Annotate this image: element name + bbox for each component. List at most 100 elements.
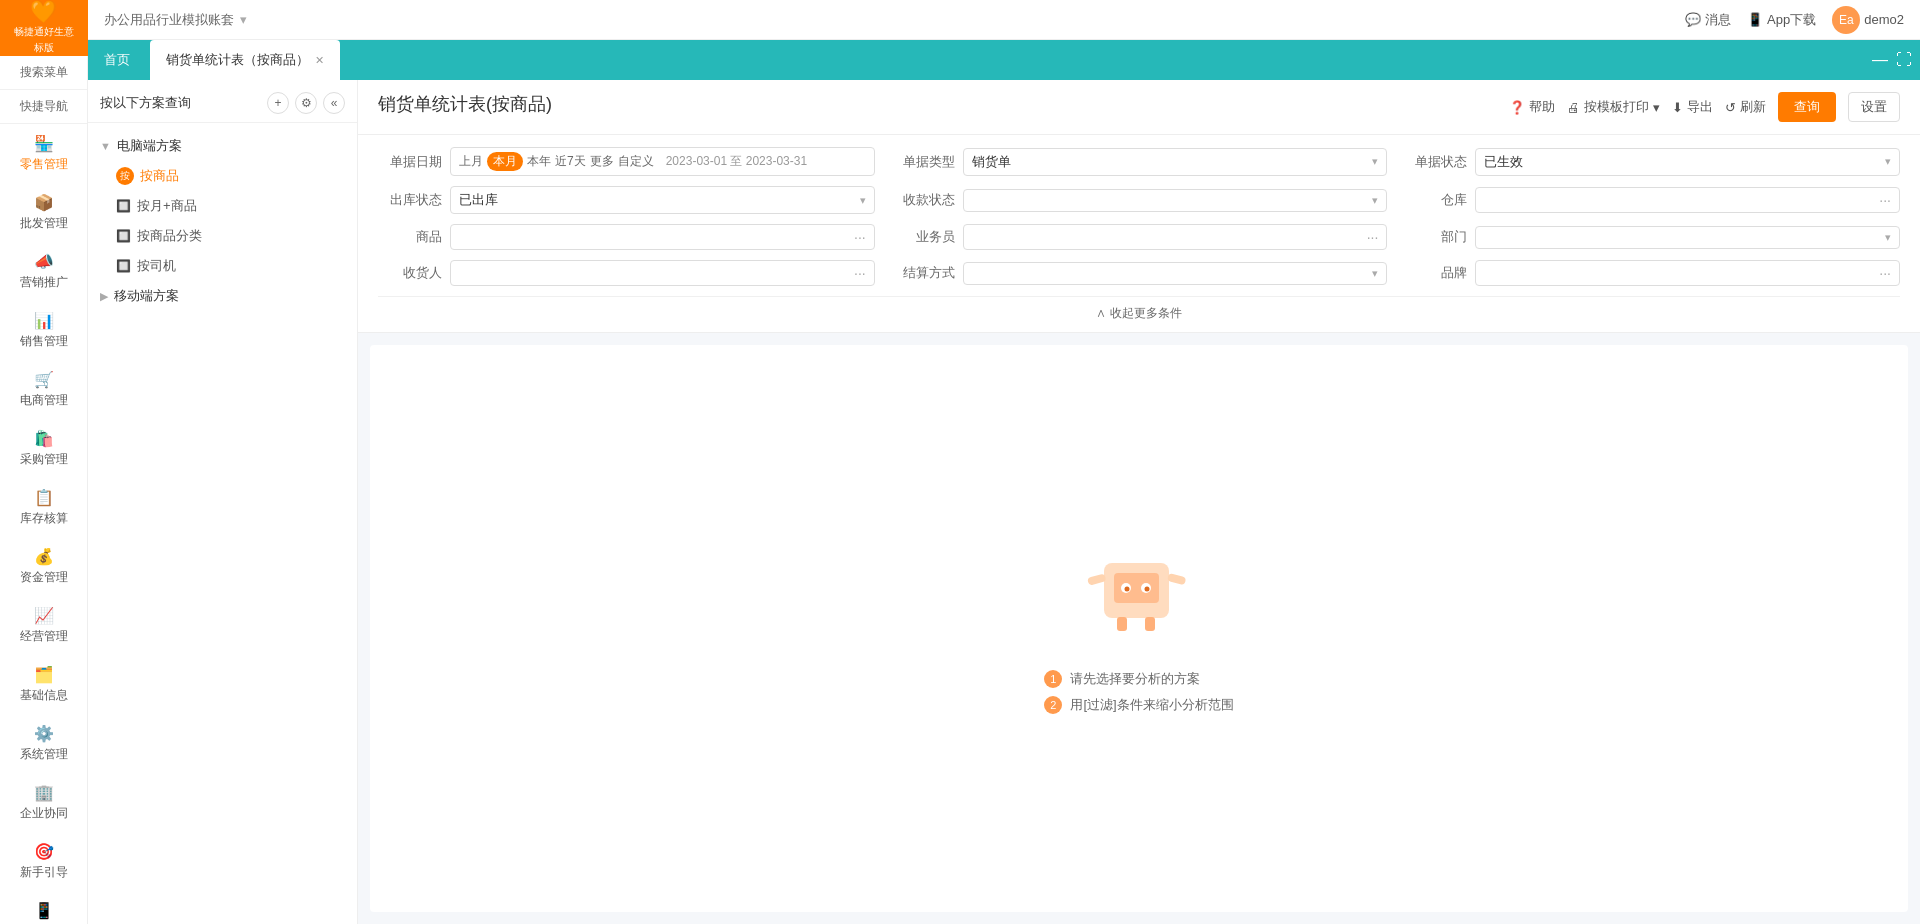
template-print-btn[interactable]: 🖨 按模板打印 ▾ bbox=[1567, 98, 1660, 116]
out-status-dropdown[interactable]: 已出库 ▾ bbox=[450, 186, 875, 214]
svg-point-5 bbox=[1145, 587, 1150, 592]
scheme-item-by-cashier[interactable]: 🔲 按司机 bbox=[88, 251, 357, 281]
sidebar-item-system[interactable]: ⚙️ 系统管理 bbox=[0, 714, 87, 773]
hint-text-1: 请先选择要分析的方案 bbox=[1070, 670, 1200, 688]
doc-type-value: 销货单 bbox=[972, 153, 1373, 171]
messages-btn[interactable]: 💬 消息 bbox=[1685, 11, 1731, 29]
message-icon: 💬 bbox=[1685, 12, 1701, 27]
settings-btn[interactable]: 设置 bbox=[1848, 92, 1900, 122]
sidebar-item-ecommerce[interactable]: 🛒 电商管理 bbox=[0, 360, 87, 419]
sidebar-item-marketing[interactable]: 📣 营销推广 bbox=[0, 242, 87, 301]
collapse-text: ∧ 收起更多条件 bbox=[1096, 306, 1181, 320]
scheme-group-mobile-title[interactable]: ▶ 移动端方案 bbox=[88, 281, 357, 311]
doc-type-label: 单据类型 bbox=[891, 153, 955, 171]
doc-status-label: 单据状态 bbox=[1403, 153, 1467, 171]
add-scheme-btn[interactable]: + bbox=[267, 92, 289, 114]
hint-text-2: 用[过滤]条件来缩小分析范围 bbox=[1070, 696, 1233, 714]
date-shortcut-7days[interactable]: 近7天 bbox=[555, 153, 586, 170]
date-shortcut-this-month[interactable]: 本月 bbox=[487, 152, 523, 171]
sidebar-item-label: 企业协同 bbox=[20, 805, 68, 822]
print-dropdown-icon: ▾ bbox=[1653, 100, 1660, 115]
quick-nav[interactable]: 快捷导航 bbox=[0, 90, 87, 124]
empty-robot-svg bbox=[1079, 543, 1199, 643]
svg-rect-6 bbox=[1117, 617, 1127, 631]
add-icon: + bbox=[274, 96, 281, 110]
logo-icon: 🧡 bbox=[30, 1, 57, 23]
app-download-btn[interactable]: 📱 App下载 bbox=[1747, 11, 1816, 29]
sidebar-item-sales[interactable]: 📊 销售管理 bbox=[0, 301, 87, 360]
scheme-group-desktop-title[interactable]: ▼ 电脑端方案 bbox=[88, 131, 357, 161]
sidebar-item-label: 批发管理 bbox=[20, 215, 68, 232]
doc-status-dropdown[interactable]: 已生效 ▾ bbox=[1475, 148, 1900, 176]
sidebar-item-retail[interactable]: 🏪 零售管理 bbox=[0, 124, 87, 183]
page-title: 销货单统计表(按商品) bbox=[378, 92, 552, 128]
tab-maximize-icon[interactable]: ⛶ bbox=[1896, 51, 1912, 69]
out-status-value: 已出库 bbox=[459, 191, 860, 209]
sidebar-item-basic[interactable]: 🗂️ 基础信息 bbox=[0, 655, 87, 714]
sidebar-item-finance[interactable]: 💰 资金管理 bbox=[0, 537, 87, 596]
download-icon: 📱 bbox=[1747, 12, 1763, 27]
sidebar-item-enterprise[interactable]: 🏢 企业协同 bbox=[0, 773, 87, 832]
sidebar-item-guide[interactable]: 🎯 新手引导 bbox=[0, 832, 87, 891]
search-menu[interactable]: 搜索菜单 bbox=[0, 56, 87, 90]
app-download-label: App下载 bbox=[1767, 11, 1816, 29]
expand-icon: ▼ bbox=[100, 140, 111, 152]
salesperson-ellipsis: ··· bbox=[1367, 229, 1379, 245]
date-shortcut-this-year[interactable]: 本年 bbox=[527, 153, 551, 170]
receipt-status-dropdown[interactable]: ▾ bbox=[963, 189, 1388, 212]
sidebar: 🧡 畅捷通好生意 标版 搜索菜单 快捷导航 🏪 零售管理 📦 批发管理 📣 营销… bbox=[0, 0, 88, 924]
sidebar-item-inventory[interactable]: 📋 库存核算 bbox=[0, 478, 87, 537]
user-profile[interactable]: Ea demo2 bbox=[1832, 6, 1904, 34]
refresh-label: 刷新 bbox=[1740, 98, 1766, 116]
scheme-group-mobile: ▶ 移动端方案 bbox=[88, 281, 357, 311]
tab-home[interactable]: 首页 bbox=[88, 40, 146, 80]
query-btn[interactable]: 查询 bbox=[1778, 92, 1836, 122]
product-field[interactable]: ··· bbox=[450, 224, 875, 250]
user-avatar: Ea bbox=[1832, 6, 1860, 34]
date-shortcut-custom[interactable]: 自定义 bbox=[618, 153, 654, 170]
active-dot: 按 bbox=[116, 167, 134, 185]
main-area: 办公用品行业模拟账套 ▾ 💬 消息 📱 App下载 Ea demo2 首页 bbox=[88, 0, 1920, 924]
tab-close-icon[interactable]: ✕ bbox=[315, 54, 324, 67]
sidebar-item-wholesale[interactable]: 📦 批发管理 bbox=[0, 183, 87, 242]
group-label: 电脑端方案 bbox=[117, 137, 182, 155]
scheme-item-by-product[interactable]: 按 按商品 bbox=[88, 161, 357, 191]
sidebar-item-label: 销售管理 bbox=[20, 333, 68, 350]
brand-field[interactable]: ··· bbox=[1475, 260, 1900, 286]
date-field[interactable]: 上月 本月 本年 近7天 更多 自定义 2023-03-01 至 2023-03… bbox=[450, 147, 875, 176]
system-icon: ⚙️ bbox=[34, 724, 54, 743]
messages-label: 消息 bbox=[1705, 11, 1731, 29]
recipient-field[interactable]: ··· bbox=[450, 260, 875, 286]
industry-name: 办公用品行业模拟账套 bbox=[104, 11, 234, 29]
settings-scheme-btn[interactable]: ⚙ bbox=[295, 92, 317, 114]
help-btn[interactable]: ❓ 帮助 bbox=[1509, 98, 1555, 116]
out-status-arrow: ▾ bbox=[860, 194, 866, 207]
sidebar-item-label: 营销推广 bbox=[20, 274, 68, 291]
sidebar-item-purchase[interactable]: 🛍️ 采购管理 bbox=[0, 419, 87, 478]
doc-status-arrow: ▾ bbox=[1885, 155, 1891, 168]
date-shortcut-last-month[interactable]: 上月 bbox=[459, 153, 483, 170]
export-btn[interactable]: ⬇ 导出 bbox=[1672, 98, 1713, 116]
help-icon: ❓ bbox=[1509, 100, 1525, 115]
scheme-item-by-category[interactable]: 🔲 按商品分类 bbox=[88, 221, 357, 251]
collapse-panel-btn[interactable]: « bbox=[323, 92, 345, 114]
scheme-item-by-month-product[interactable]: 🔲 按月+商品 bbox=[88, 191, 357, 221]
settlement-dropdown[interactable]: ▾ bbox=[963, 262, 1388, 285]
tab-minimize-icon[interactable]: — bbox=[1872, 51, 1888, 69]
sidebar-item-operations[interactable]: 📈 经营管理 bbox=[0, 596, 87, 655]
warehouse-dropdown[interactable]: ··· bbox=[1475, 187, 1900, 213]
salesperson-field[interactable]: ··· bbox=[963, 224, 1388, 250]
dept-dropdown[interactable]: ▾ bbox=[1475, 226, 1900, 249]
date-shortcut-more[interactable]: 更多 bbox=[590, 153, 614, 170]
sidebar-item-apps[interactable]: 📱 应用中心 bbox=[0, 891, 87, 924]
tab-home-label: 首页 bbox=[104, 51, 130, 69]
scheme-icon: 🔲 bbox=[116, 199, 131, 213]
tab-sales-stats[interactable]: 销货单统计表（按商品） ✕ bbox=[150, 40, 340, 80]
refresh-btn[interactable]: ↺ 刷新 bbox=[1725, 98, 1766, 116]
page-actions: ❓ 帮助 🖨 按模板打印 ▾ ⬇ 导出 ↺ 刷新 bbox=[1509, 92, 1900, 134]
receipt-status-label: 收款状态 bbox=[891, 191, 955, 209]
doc-type-dropdown[interactable]: 销货单 ▾ bbox=[963, 148, 1388, 176]
collapse-btn[interactable]: ∧ 收起更多条件 bbox=[378, 296, 1900, 332]
app-logo[interactable]: 🧡 畅捷通好生意 标版 bbox=[0, 0, 88, 56]
scheme-icon: 🔲 bbox=[116, 259, 131, 273]
